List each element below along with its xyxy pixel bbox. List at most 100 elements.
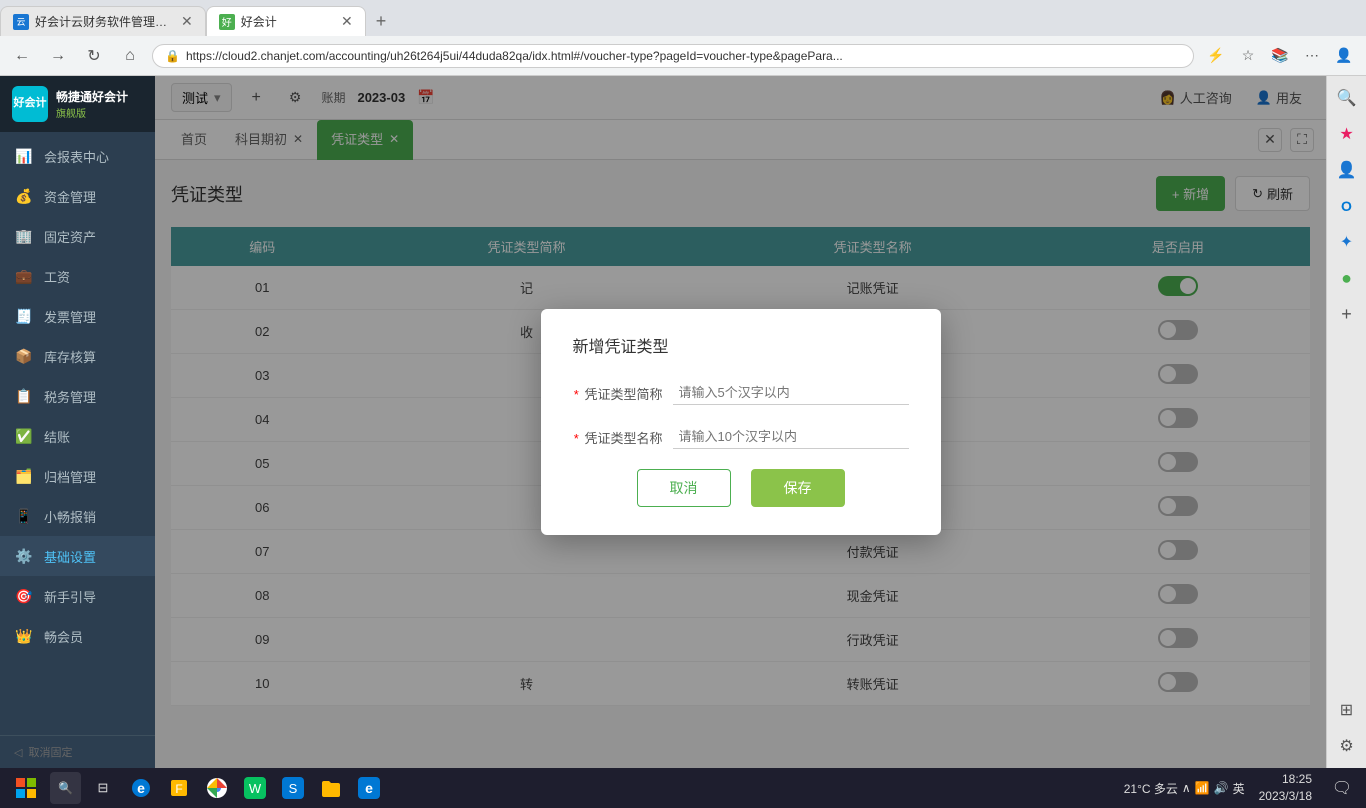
main-content: 测试 ▾ + ⚙ 账期 2023-03 📅 👩 人工咨询 👤 用友 — [155, 76, 1326, 768]
tax-icon: 📋 — [14, 386, 34, 406]
sidebar-item-funds[interactable]: 💰 资金管理 — [0, 176, 155, 216]
sidebar-item-funds-label: 资金管理 — [44, 187, 96, 206]
modal-dialog: 新增凭证类型 * 凭证类型简称 * 凭证类型名称 取消 — [541, 309, 941, 535]
taskbar-task-view-button[interactable]: ⊟ — [87, 772, 119, 804]
right-star-button[interactable]: ★ — [1333, 120, 1361, 148]
sidebar-item-salary[interactable]: 💼 工资 — [0, 256, 155, 296]
new-tab-button[interactable]: + — [366, 11, 397, 32]
form-row-short: * 凭证类型简称 — [573, 381, 909, 405]
taskbar-clock: 18:25 2023/3/18 — [1251, 771, 1320, 805]
sidebar-item-member-label: 畅会员 — [44, 627, 83, 646]
lock-icon: 🔒 — [165, 49, 180, 63]
browser-settings-button[interactable]: ⋯ — [1298, 42, 1326, 70]
start-button[interactable] — [8, 770, 44, 806]
sidebar-item-expense-label: 小畅报销 — [44, 507, 96, 526]
logo-icon: 好会计 — [12, 86, 48, 122]
taskbar-folder-button[interactable] — [315, 772, 347, 804]
name-input[interactable] — [673, 425, 909, 449]
chevron-up-icon[interactable]: ∧ — [1182, 781, 1191, 795]
unpin-icon: ◁ — [14, 746, 22, 759]
tab1-favicon: 云 — [13, 14, 29, 30]
modal-footer: 取消 保存 — [573, 469, 909, 507]
unpin-label: 取消固定 — [28, 744, 72, 760]
name-label: * 凭证类型名称 — [573, 428, 673, 447]
lang-indicator: 英 — [1233, 780, 1245, 797]
svg-text:e: e — [137, 780, 145, 796]
sidebar-item-settings[interactable]: ⚙️ 基础设置 — [0, 536, 155, 576]
sidebar-unpin[interactable]: ◁ 取消固定 — [0, 735, 155, 768]
right-grid-button[interactable]: ⊞ — [1333, 696, 1361, 724]
inventory-icon: 📦 — [14, 346, 34, 366]
refresh-button[interactable]: ↻ — [80, 42, 108, 70]
invoice-icon: 🧾 — [14, 306, 34, 326]
sidebar-item-expense[interactable]: 📱 小畅报销 — [0, 496, 155, 536]
right-add-button[interactable]: + — [1333, 300, 1361, 328]
sidebar-logo: 好会计 畅捷通好会计 旗舰版 — [0, 76, 155, 132]
taskbar-search-button[interactable]: 🔍 — [50, 772, 81, 804]
sidebar-item-guide-label: 新手引导 — [44, 587, 96, 606]
svg-text:W: W — [249, 781, 262, 796]
notification-button[interactable]: 🗨 — [1326, 772, 1358, 804]
browser-tab-1[interactable]: 云 好会计云财务软件管理系统_会计 ✕ — [0, 6, 206, 36]
extensions-button[interactable]: ⚡ — [1202, 42, 1230, 70]
right-green-button[interactable]: ● — [1333, 264, 1361, 292]
sidebar-item-member[interactable]: 👑 畅会员 — [0, 616, 155, 656]
collections-button[interactable]: 📚 — [1266, 42, 1294, 70]
taskbar-chrome-button[interactable] — [201, 772, 233, 804]
short-required-star: * — [574, 387, 579, 402]
sidebar-items: 📊 会报表中心 💰 资金管理 🏢 固定资产 💼 工资 🧾 发票管理 📦 — [0, 132, 155, 735]
right-person-button[interactable]: 👤 — [1333, 156, 1361, 184]
reports-icon: 📊 — [14, 146, 34, 166]
name-label-text: 凭证类型名称 — [584, 431, 662, 446]
browser-chrome: 云 好会计云财务软件管理系统_会计 ✕ 好 好会计 ✕ + ← → ↻ ⌂ 🔒 … — [0, 0, 1366, 76]
archive-icon: 🗂️ — [14, 466, 34, 486]
sidebar-item-assets-label: 固定资产 — [44, 227, 96, 246]
sidebar-item-salary-label: 工资 — [44, 267, 70, 286]
svg-text:F: F — [175, 782, 182, 796]
save-button[interactable]: 保存 — [751, 469, 845, 507]
sidebar-item-tax[interactable]: 📋 税务管理 — [0, 376, 155, 416]
profile-button[interactable]: 👤 — [1330, 42, 1358, 70]
sidebar-item-archive[interactable]: 🗂️ 归档管理 — [0, 456, 155, 496]
right-feather-button[interactable]: ✦ — [1333, 228, 1361, 256]
tab2-close[interactable]: ✕ — [341, 13, 353, 30]
logo-text-area: 畅捷通好会计 旗舰版 — [56, 88, 128, 120]
sidebar-item-inventory[interactable]: 📦 库存核算 — [0, 336, 155, 376]
favorites-button[interactable]: ☆ — [1234, 42, 1262, 70]
short-input[interactable] — [673, 381, 909, 405]
modal-overlay: 新增凭证类型 * 凭证类型简称 * 凭证类型名称 取消 — [155, 76, 1326, 768]
svg-text:S: S — [289, 781, 298, 796]
back-button[interactable]: ← — [8, 42, 36, 70]
sidebar-item-reports[interactable]: 📊 会报表中心 — [0, 136, 155, 176]
short-label-text: 凭证类型简称 — [584, 387, 662, 402]
taskbar-edge-button[interactable]: e — [125, 772, 157, 804]
right-search-button[interactable]: 🔍 — [1333, 84, 1361, 112]
right-panel: 🔍 ★ 👤 O ✦ ● + ⊞ ⚙ — [1326, 76, 1366, 768]
cancel-button[interactable]: 取消 — [637, 469, 731, 507]
address-field[interactable]: 🔒 https://cloud2.chanjet.com/accounting/… — [152, 44, 1194, 68]
sidebar-item-guide[interactable]: 🎯 新手引导 — [0, 576, 155, 616]
right-settings-button[interactable]: ⚙ — [1333, 732, 1361, 760]
tab1-close[interactable]: ✕ — [181, 13, 193, 30]
svg-text:e: e — [365, 780, 373, 796]
taskbar-wechat-button[interactable]: W — [239, 772, 271, 804]
forward-button[interactable]: → — [44, 42, 72, 70]
app-wrapper: 好会计 畅捷通好会计 旗舰版 📊 会报表中心 💰 资金管理 🏢 固定资产 💼 — [0, 76, 1366, 768]
right-outlook-button[interactable]: O — [1333, 192, 1361, 220]
sidebar-item-checkout[interactable]: ✅ 结账 — [0, 416, 155, 456]
taskbar-file-button[interactable]: F — [163, 772, 195, 804]
address-bar-row: ← → ↻ ⌂ 🔒 https://cloud2.chanjet.com/acc… — [0, 36, 1366, 76]
logo-subtitle: 旗舰版 — [56, 105, 128, 120]
taskbar-time-value: 18:25 — [1259, 771, 1312, 788]
tab2-favicon: 好 — [219, 14, 235, 30]
tab1-title: 好会计云财务软件管理系统_会计 — [35, 13, 175, 30]
taskbar-edge2-button[interactable]: e — [353, 772, 385, 804]
sidebar-item-assets[interactable]: 🏢 固定资产 — [0, 216, 155, 256]
name-required-star: * — [574, 431, 579, 446]
expense-icon: 📱 — [14, 506, 34, 526]
browser-tab-2[interactable]: 好 好会计 ✕ — [206, 6, 366, 36]
home-button[interactable]: ⌂ — [116, 42, 144, 70]
sidebar-item-invoice[interactable]: 🧾 发票管理 — [0, 296, 155, 336]
taskbar-win-store-button[interactable]: S — [277, 772, 309, 804]
guide-icon: 🎯 — [14, 586, 34, 606]
